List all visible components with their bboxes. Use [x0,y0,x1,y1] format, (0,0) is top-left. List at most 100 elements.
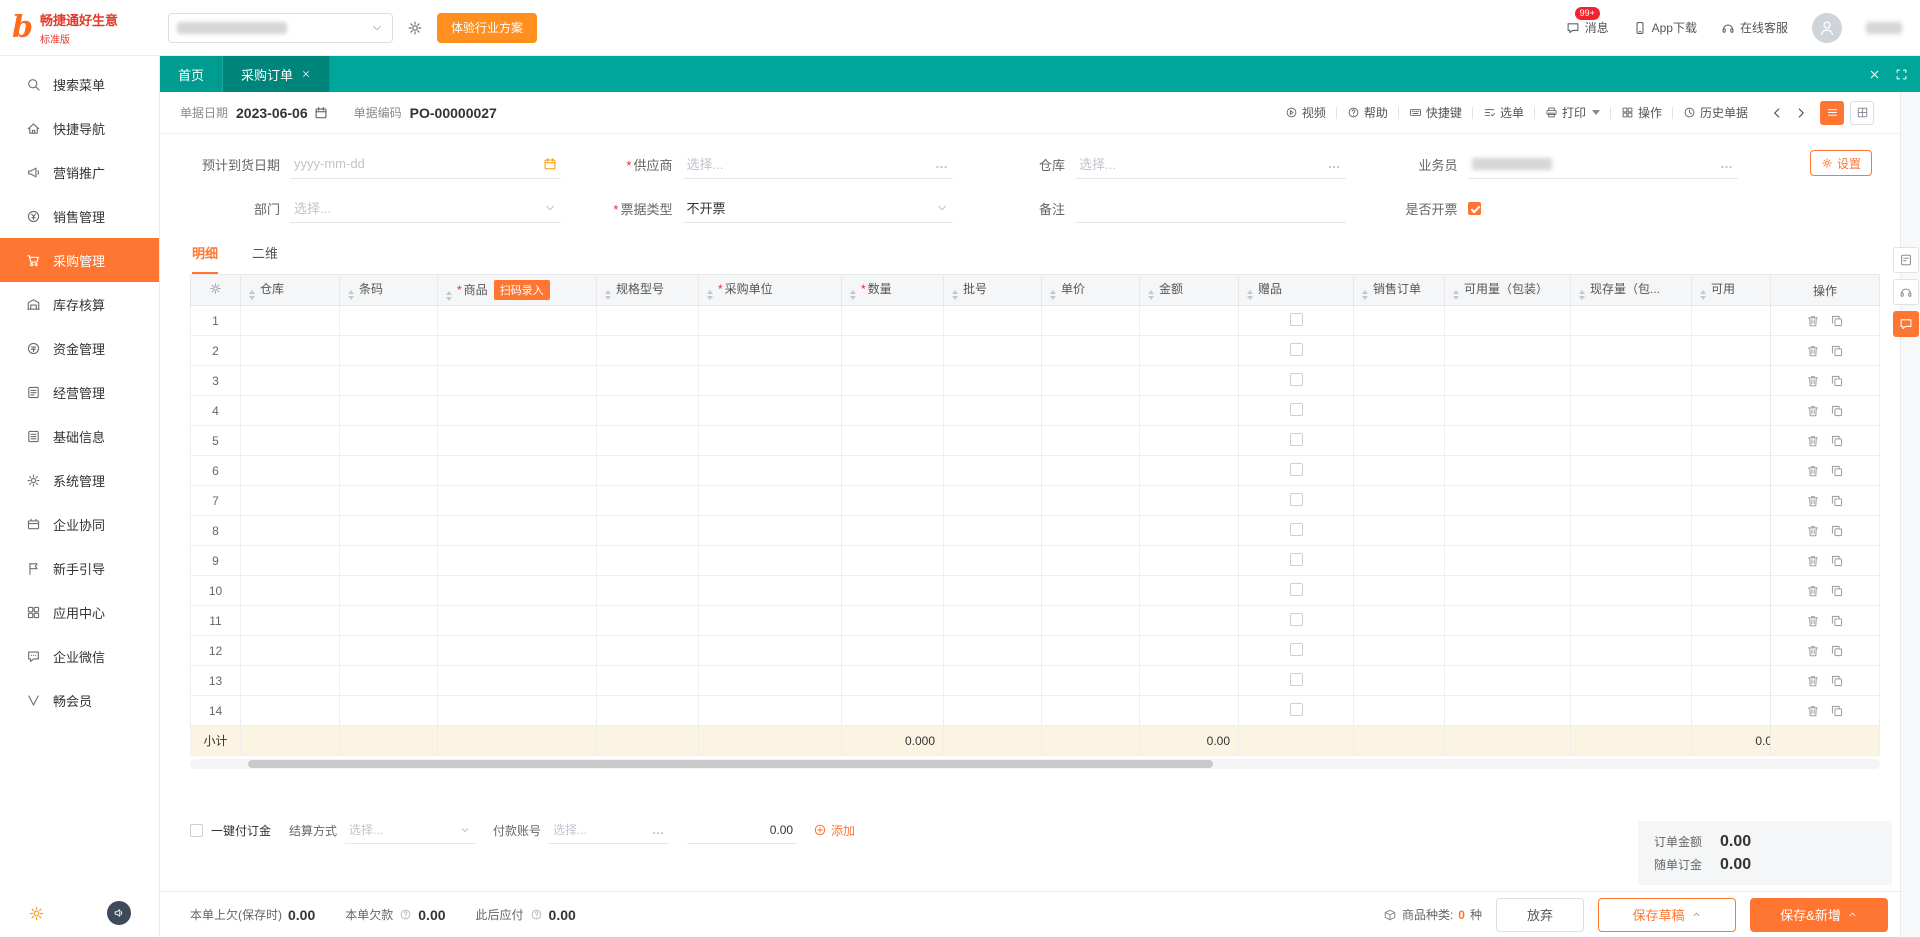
more-icon[interactable]: … [1720,156,1734,171]
sidebar-item-wechat[interactable]: 企业微信 [0,634,159,678]
cell-product[interactable] [438,546,597,576]
payment-account-select[interactable]: 选择... … [549,816,670,844]
sort-icon[interactable] [348,290,354,300]
announcement-icon[interactable] [107,901,131,925]
cell-avail_pkg[interactable] [1445,546,1571,576]
cell-warehouse[interactable] [241,666,340,696]
cell-product[interactable] [438,336,597,366]
cell-stock_pkg[interactable] [1571,306,1692,336]
cell-batch[interactable] [944,366,1042,396]
cell-price[interactable] [1042,456,1140,486]
cell-spec[interactable] [597,636,699,666]
cell-batch[interactable] [944,516,1042,546]
cell-qty[interactable] [842,516,944,546]
form-settings-button[interactable]: 设置 [1809,150,1872,176]
cell-qty[interactable] [842,606,944,636]
cell-avail_pkg[interactable] [1445,486,1571,516]
cell-unit[interactable] [699,516,842,546]
cell-stock_pkg[interactable] [1571,486,1692,516]
cell-amount[interactable] [1140,696,1239,726]
horizontal-scrollbar[interactable] [190,759,1880,769]
delete-row-icon[interactable] [1806,704,1820,718]
gift-checkbox[interactable] [1289,372,1303,386]
cell-price[interactable] [1042,606,1140,636]
cell-barcode[interactable] [340,576,438,606]
more-icon[interactable]: … [935,156,949,171]
cell-warehouse[interactable] [241,606,340,636]
cell-avail[interactable] [1692,486,1781,516]
cell-warehouse[interactable] [241,336,340,366]
cell-spec[interactable] [597,306,699,336]
cell-avail_pkg[interactable] [1445,606,1571,636]
cell-amount[interactable] [1140,336,1239,366]
gift-checkbox[interactable] [1289,342,1303,356]
gift-checkbox[interactable] [1289,402,1303,416]
cell-batch[interactable] [944,636,1042,666]
delete-row-icon[interactable] [1806,344,1820,358]
cell-unit[interactable] [699,366,842,396]
cell-avail_pkg[interactable] [1445,636,1571,666]
copy-row-icon[interactable] [1830,314,1844,328]
delete-row-icon[interactable] [1806,464,1820,478]
cell-amount[interactable] [1140,366,1239,396]
list-view-button[interactable] [1820,100,1844,125]
sort-icon[interactable] [850,290,856,300]
toolbar-keyboard-button[interactable]: 快捷键 [1399,104,1472,121]
cell-qty[interactable] [842,696,944,726]
cell-price[interactable] [1042,576,1140,606]
cell-unit[interactable] [699,336,842,366]
cell-product[interactable] [438,366,597,396]
workspace-dropdown[interactable] [168,12,393,43]
cell-product[interactable] [438,486,597,516]
cell-qty[interactable] [842,336,944,366]
cell-warehouse[interactable] [241,636,340,666]
sort-icon[interactable] [1148,290,1154,300]
gift-checkbox[interactable] [1289,312,1303,326]
cell-price[interactable] [1042,336,1140,366]
sort-icon[interactable] [1050,290,1056,300]
cell-unit[interactable] [699,636,842,666]
cell-stock_pkg[interactable] [1571,546,1692,576]
cell-spec[interactable] [597,516,699,546]
cell-stock_pkg[interactable] [1571,696,1692,726]
cell-qty[interactable] [842,366,944,396]
remark-input[interactable] [1075,193,1346,223]
cell-product[interactable] [438,636,597,666]
chevron-down-icon[interactable] [935,201,949,215]
cell-barcode[interactable] [340,456,438,486]
cell-barcode[interactable] [340,606,438,636]
cell-product[interactable] [438,606,597,636]
cell-price[interactable] [1042,426,1140,456]
cell-unit[interactable] [699,606,842,636]
cell-barcode[interactable] [340,516,438,546]
cell-avail[interactable] [1692,546,1781,576]
cell-qty[interactable] [842,546,944,576]
cell-batch[interactable] [944,396,1042,426]
cell-unit[interactable] [699,486,842,516]
calendar-icon[interactable] [314,106,328,120]
cell-stock_pkg[interactable] [1571,366,1692,396]
cell-amount[interactable] [1140,426,1239,456]
cell-product[interactable] [438,426,597,456]
cell-spec[interactable] [597,696,699,726]
cell-avail[interactable] [1692,336,1781,366]
cell-batch[interactable] [944,666,1042,696]
gift-checkbox[interactable] [1289,702,1303,716]
toolbar-help-button[interactable]: 帮助 [1337,104,1398,121]
cell-amount[interactable] [1140,516,1239,546]
cell-product[interactable] [438,576,597,606]
gift-checkbox[interactable] [1289,672,1303,686]
sidebar-item-sales[interactable]: 销售管理 [0,194,159,238]
doc-date-value[interactable]: 2023-06-06 [236,105,308,121]
delete-row-icon[interactable] [1806,374,1820,388]
cell-batch[interactable] [944,426,1042,456]
cell-warehouse[interactable] [241,306,340,336]
sort-icon[interactable] [1700,290,1706,300]
cell-amount[interactable] [1140,486,1239,516]
sort-icon[interactable] [249,290,255,300]
copy-row-icon[interactable] [1830,434,1844,448]
sort-icon[interactable] [605,290,611,300]
copy-row-icon[interactable] [1830,704,1844,718]
deposit-amount-input[interactable]: 0.00 [687,816,798,844]
sort-icon[interactable] [952,290,958,300]
